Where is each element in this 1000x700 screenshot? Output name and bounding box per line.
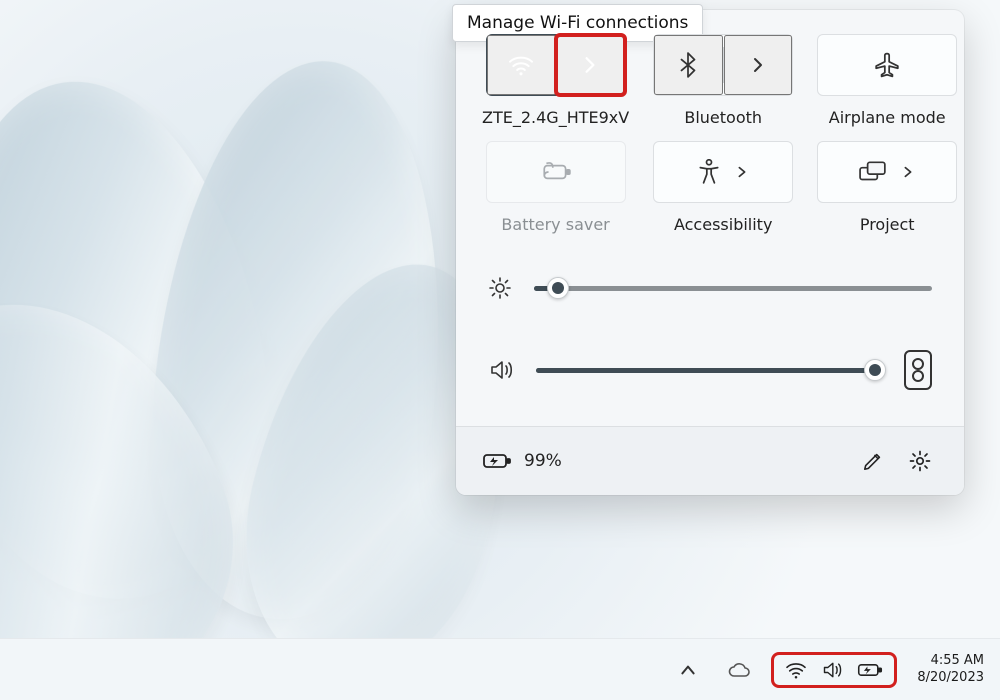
taskbar-time: 4:55 AM: [917, 653, 984, 670]
battery-status-icon: [482, 451, 512, 471]
airplane-tile-label: Airplane mode: [829, 108, 946, 127]
wifi-toggle-button[interactable]: [487, 35, 556, 95]
system-tray-network-volume-battery[interactable]: [775, 656, 893, 684]
quick-settings-tiles: ZTE_2.4G_HTE9xV Bluetooth: [482, 34, 938, 234]
quick-settings-flyout: Manage Wi-Fi connections ZTE_2.4G_HTE9xV: [456, 10, 964, 495]
edit-quick-settings-button[interactable]: [856, 444, 890, 478]
battery-saver-tile-label: Battery saver: [501, 215, 609, 234]
chevron-right-icon: [735, 165, 749, 179]
brightness-slider-row: [488, 276, 932, 300]
wifi-tile-label: ZTE_2.4G_HTE9xV: [482, 108, 629, 127]
battery-percentage: 99%: [524, 451, 562, 471]
bluetooth-tile: [653, 34, 793, 96]
taskbar-clock[interactable]: 4:55 AM 8/20/2023: [917, 653, 984, 687]
chevron-right-icon: [901, 165, 915, 179]
gear-icon: [908, 449, 932, 473]
brightness-slider[interactable]: [534, 286, 932, 291]
volume-icon: [488, 358, 514, 382]
project-icon: [859, 161, 887, 183]
volume-thumb[interactable]: [864, 359, 886, 381]
audio-output-button[interactable]: [904, 350, 932, 390]
brightness-thumb[interactable]: [547, 277, 569, 299]
airplane-icon: [873, 52, 901, 78]
wifi-manage-button[interactable]: [556, 35, 625, 95]
accessibility-tile-label: Accessibility: [674, 215, 772, 234]
taskbar: 4:55 AM 8/20/2023: [0, 638, 1000, 700]
battery-saver-tile[interactable]: [486, 141, 626, 203]
cloud-icon: [727, 661, 751, 679]
taskbar-date: 8/20/2023: [917, 670, 984, 687]
accessibility-icon: [697, 159, 721, 185]
chevron-right-icon: [750, 57, 766, 73]
wifi-tile: [486, 34, 626, 96]
accessibility-tile[interactable]: [653, 141, 793, 203]
bluetooth-tile-label: Bluetooth: [684, 108, 762, 127]
brightness-icon: [488, 276, 512, 300]
volume-slider[interactable]: [536, 368, 882, 373]
tray-overflow-button[interactable]: [673, 655, 703, 685]
project-tile-label: Project: [860, 215, 915, 234]
volume-slider-row: [488, 350, 932, 390]
wifi-tray-icon: [785, 661, 807, 679]
bluetooth-toggle-button[interactable]: [654, 35, 723, 95]
wifi-icon: [507, 54, 535, 76]
onedrive-tray-button[interactable]: [721, 655, 757, 685]
quick-settings-footer: 99%: [456, 426, 964, 495]
bluetooth-manage-button[interactable]: [724, 35, 793, 95]
airplane-mode-tile[interactable]: [817, 34, 957, 96]
chevron-right-icon: [581, 56, 599, 74]
chevron-up-icon: [679, 661, 697, 679]
settings-button[interactable]: [902, 443, 938, 479]
project-tile[interactable]: [817, 141, 957, 203]
battery-tray-icon: [857, 661, 883, 679]
pencil-icon: [862, 450, 884, 472]
battery-saver-icon: [540, 161, 572, 183]
bluetooth-icon: [678, 52, 698, 78]
volume-tray-icon: [821, 660, 843, 680]
